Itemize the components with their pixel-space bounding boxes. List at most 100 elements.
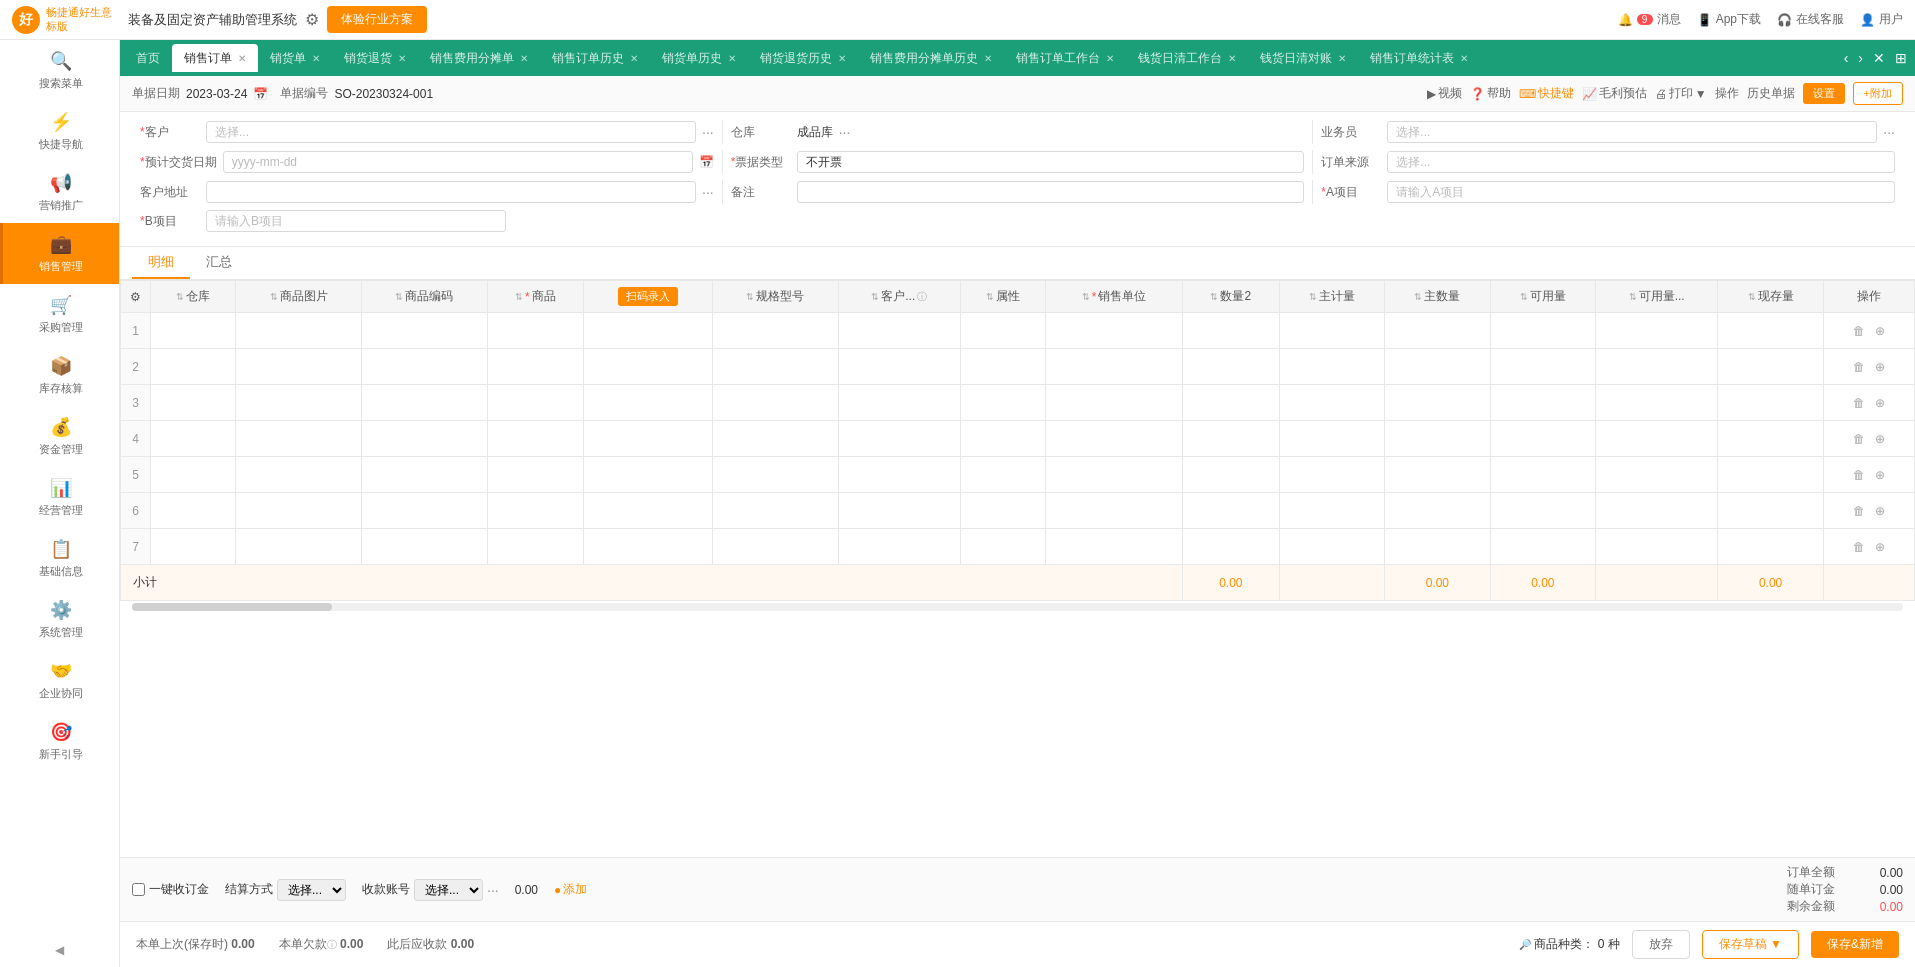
row-7-spec[interactable] xyxy=(713,529,839,565)
save-new-button[interactable]: 保存&新增 xyxy=(1811,931,1899,958)
row-3-attribute[interactable] xyxy=(960,385,1045,421)
tab-home[interactable]: 首页 xyxy=(124,44,172,72)
row-5-main-qty[interactable] xyxy=(1385,457,1490,493)
row-6-current-stock[interactable] xyxy=(1718,493,1823,529)
help-button[interactable]: ❓ 帮助 xyxy=(1470,85,1511,102)
row-2-product-code[interactable] xyxy=(361,349,487,385)
row-2-product-image[interactable] xyxy=(236,349,362,385)
row-7-sales-unit[interactable] xyxy=(1046,529,1183,565)
tab-close-invoice-history[interactable]: ✕ xyxy=(728,53,736,64)
tab-order-workbench[interactable]: 销售订单工作台 ✕ xyxy=(1004,44,1126,72)
row-1-customer-code[interactable] xyxy=(838,313,960,349)
row-3-available[interactable] xyxy=(1490,385,1595,421)
tab-close-sales-expense[interactable]: ✕ xyxy=(520,53,528,64)
row-6-attribute[interactable] xyxy=(960,493,1045,529)
tab-close-all-button[interactable]: ✕ xyxy=(1869,50,1889,66)
row-6-product-image[interactable] xyxy=(236,493,362,529)
row-1-scan[interactable] xyxy=(584,313,713,349)
row-5-action[interactable]: 🗑 ⊕ xyxy=(1823,457,1914,493)
one-click-checkout-checkbox[interactable] xyxy=(132,883,145,896)
row-1-product-code[interactable] xyxy=(361,313,487,349)
row-3-main-unit[interactable] xyxy=(1279,385,1384,421)
col-settings[interactable]: ⚙ xyxy=(121,281,151,313)
tab-expense-history[interactable]: 销售费用分摊单历史 ✕ xyxy=(858,44,1004,72)
sidebar-item-enterprise[interactable]: 🤝 企业协同 xyxy=(0,650,119,711)
sidebar-item-inventory[interactable]: 📦 库存核算 xyxy=(0,345,119,406)
row-2-delete-icon[interactable]: 🗑 xyxy=(1853,360,1865,374)
row-1-current-stock[interactable] xyxy=(1718,313,1823,349)
discard-button[interactable]: 放弃 xyxy=(1632,930,1690,959)
tab-detail[interactable]: 明细 xyxy=(132,247,190,279)
row-4-customer-code[interactable] xyxy=(838,421,960,457)
row-7-quantity2[interactable] xyxy=(1183,529,1280,565)
row-1-main-qty[interactable] xyxy=(1385,313,1490,349)
row-3-copy-icon[interactable]: ⊕ xyxy=(1875,396,1885,410)
sidebar-collapse-button[interactable]: ◀ xyxy=(0,933,119,967)
row-7-product-image[interactable] xyxy=(236,529,362,565)
row-1-sales-unit[interactable] xyxy=(1046,313,1183,349)
row-5-scan[interactable] xyxy=(584,457,713,493)
notification-button[interactable]: 🔔 9 消息 xyxy=(1618,11,1681,28)
tab-return-history[interactable]: 销货退货历史 ✕ xyxy=(748,44,858,72)
row-3-main-qty[interactable] xyxy=(1385,385,1490,421)
actions-button[interactable]: 操作 xyxy=(1715,85,1739,102)
tab-close-sales-stats[interactable]: ✕ xyxy=(1460,53,1468,64)
row-7-main-qty[interactable] xyxy=(1385,529,1490,565)
row-3-sales-unit[interactable] xyxy=(1046,385,1183,421)
row-4-spec[interactable] xyxy=(713,421,839,457)
profit-button[interactable]: 📈 毛利预估 xyxy=(1582,85,1647,102)
row-4-product-code[interactable] xyxy=(361,421,487,457)
sidebar-item-base-info[interactable]: 📋 基础信息 xyxy=(0,528,119,589)
row-4-main-qty[interactable] xyxy=(1385,421,1490,457)
shortcuts-button[interactable]: ⌨ 快捷键 xyxy=(1519,85,1574,102)
tab-expand-button[interactable]: ⊞ xyxy=(1891,50,1911,66)
row-4-warehouse[interactable] xyxy=(151,421,236,457)
tab-sales-return[interactable]: 销货退货 ✕ xyxy=(332,44,418,72)
row-5-product-image[interactable] xyxy=(236,457,362,493)
invoice-type-select[interactable]: 不开票 xyxy=(797,151,1305,173)
row-4-available2[interactable] xyxy=(1596,421,1718,457)
row-1-warehouse[interactable] xyxy=(151,313,236,349)
tab-close-daily-reconcile[interactable]: ✕ xyxy=(1338,53,1346,64)
row-4-copy-icon[interactable]: ⊕ xyxy=(1875,432,1885,446)
row-7-copy-icon[interactable]: ⊕ xyxy=(1875,540,1885,554)
history-button[interactable]: 历史单据 xyxy=(1747,85,1795,102)
tab-close-expense-history[interactable]: ✕ xyxy=(984,53,992,64)
row-1-delete-icon[interactable]: 🗑 xyxy=(1853,324,1865,338)
row-5-spec[interactable] xyxy=(713,457,839,493)
row-3-product[interactable] xyxy=(487,385,584,421)
settings-button[interactable]: ⚙ xyxy=(305,10,319,29)
sidebar-item-finance[interactable]: 💰 资金管理 xyxy=(0,406,119,467)
row-7-action[interactable]: 🗑 ⊕ xyxy=(1823,529,1914,565)
row-2-warehouse[interactable] xyxy=(151,349,236,385)
remarks-input[interactable] xyxy=(797,181,1305,203)
tab-next-button[interactable]: › xyxy=(1854,50,1867,66)
row-3-quantity2[interactable] xyxy=(1183,385,1280,421)
row-3-action[interactable]: 🗑 ⊕ xyxy=(1823,385,1914,421)
row-2-available2[interactable] xyxy=(1596,349,1718,385)
tab-close-order-workbench[interactable]: ✕ xyxy=(1106,53,1114,64)
row-5-delete-icon[interactable]: 🗑 xyxy=(1853,468,1865,482)
row-1-product[interactable] xyxy=(487,313,584,349)
row-7-main-unit[interactable] xyxy=(1279,529,1384,565)
row-2-customer-code[interactable] xyxy=(838,349,960,385)
row-5-customer-code[interactable] xyxy=(838,457,960,493)
customer-address-input[interactable] xyxy=(206,181,696,203)
row-4-available[interactable] xyxy=(1490,421,1595,457)
tab-close-sales-invoice[interactable]: ✕ xyxy=(312,53,320,64)
row-6-available2[interactable] xyxy=(1596,493,1718,529)
a-project-input[interactable] xyxy=(1387,181,1895,203)
row-5-quantity2[interactable] xyxy=(1183,457,1280,493)
row-6-available[interactable] xyxy=(1490,493,1595,529)
order-source-input[interactable] xyxy=(1387,151,1895,173)
quick-settings-button[interactable]: 设置 xyxy=(1803,83,1845,104)
row-6-main-qty[interactable] xyxy=(1385,493,1490,529)
row-4-product-image[interactable] xyxy=(236,421,362,457)
row-2-main-unit[interactable] xyxy=(1279,349,1384,385)
customer-more-icon[interactable]: ··· xyxy=(702,124,714,140)
row-5-main-unit[interactable] xyxy=(1279,457,1384,493)
tab-close-sales-return[interactable]: ✕ xyxy=(398,53,406,64)
row-6-action[interactable]: 🗑 ⊕ xyxy=(1823,493,1914,529)
row-3-available2[interactable] xyxy=(1596,385,1718,421)
row-4-main-unit[interactable] xyxy=(1279,421,1384,457)
